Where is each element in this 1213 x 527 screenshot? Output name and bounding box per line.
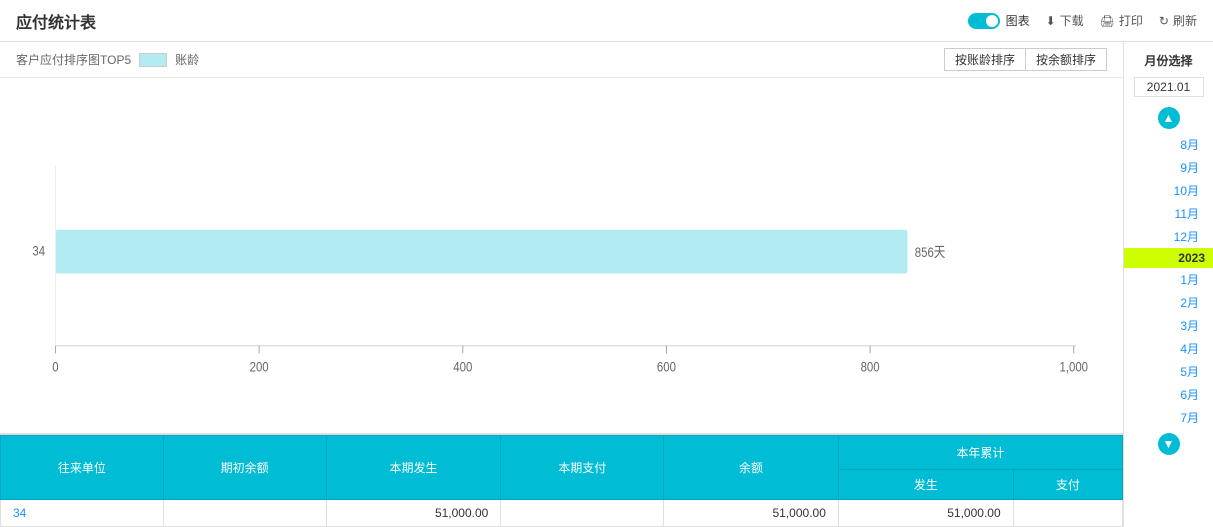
month-item[interactable]: 1月 — [1124, 268, 1213, 291]
col-ytd: 本年累计 — [838, 436, 1122, 470]
print-button[interactable]: 🖨 打印 — [1100, 12, 1143, 29]
app-container: 应付统计表 图表 ⬇ 下载 🖨 打印 ↻ 刷新 — [0, 0, 1213, 527]
col-supplier: 往来单位 — [1, 436, 164, 500]
month-item[interactable]: 10月 — [1124, 179, 1213, 202]
cell-ytd-occur: 51,000.00 — [838, 500, 1013, 527]
month-item[interactable]: 5月 — [1124, 360, 1213, 383]
month-item[interactable]: 2月 — [1124, 291, 1213, 314]
chevron-down-icon: ▼ — [1163, 438, 1175, 450]
print-icon: 🖨 — [1100, 14, 1115, 28]
refresh-icon: ↻ — [1159, 14, 1169, 28]
download-button[interactable]: ⬇ 下载 — [1046, 12, 1084, 29]
month-item[interactable]: 4月 — [1124, 337, 1213, 360]
supplier-link[interactable]: 34 — [13, 506, 26, 520]
legend-text: 客户应付排序图TOP5 — [16, 51, 131, 68]
cell-ytd-pay — [1013, 500, 1122, 527]
col-balance: 余额 — [664, 436, 839, 500]
y-axis-label: 34 — [32, 242, 45, 259]
toggle-label: 图表 — [1006, 12, 1030, 29]
cell-balance: 51,000.00 — [664, 500, 839, 527]
nav-up-button[interactable]: ▲ — [1158, 107, 1180, 129]
legend-box-label: 账龄 — [175, 51, 199, 68]
chart-svg-area: 34 856天 0 200 400 600 — [0, 78, 1123, 433]
download-label: 下载 — [1060, 12, 1084, 29]
month-item[interactable]: 9月 — [1124, 156, 1213, 179]
sort-buttons: 按账龄排序 按余额排序 — [944, 48, 1107, 71]
chevron-up-icon: ▲ — [1163, 112, 1175, 124]
col-ytd-occur: 发生 — [838, 470, 1013, 500]
stats-table: 往来单位 期初余额 本期发生 本期支付 余额 本年累计 发生 支付 — [0, 435, 1123, 527]
sort-by-amount-button[interactable]: 按余额排序 — [1025, 48, 1107, 71]
table-wrap: 往来单位 期初余额 本期发生 本期支付 余额 本年累计 发生 支付 — [0, 435, 1123, 527]
chart-svg: 34 856天 0 200 400 600 — [16, 88, 1107, 423]
refresh-button[interactable]: ↻ 刷新 — [1159, 12, 1197, 29]
refresh-label: 刷新 — [1173, 12, 1197, 29]
month-item[interactable]: 12月 — [1124, 225, 1213, 248]
month-item[interactable]: 8月 — [1124, 133, 1213, 156]
x-tick-1000: 1,000 — [1059, 358, 1088, 375]
right-sidebar: 月份选择 ▲ 8月9月10月11月12月20231月2月3月4月5月6月7月 ▼ — [1123, 42, 1213, 527]
x-tick-800: 800 — [861, 358, 880, 375]
sidebar-year-input[interactable] — [1134, 77, 1204, 97]
chart-toggle-wrap: 图表 — [968, 12, 1030, 29]
cell-supplier: 34 — [1, 500, 164, 527]
col-ytd-pay: 支付 — [1013, 470, 1122, 500]
cell-current-occur: 51,000.00 — [326, 500, 501, 527]
print-label: 打印 — [1119, 12, 1143, 29]
sort-by-account-button[interactable]: 按账龄排序 — [944, 48, 1025, 71]
month-item[interactable]: 3月 — [1124, 314, 1213, 337]
main-content: 客户应付排序图TOP5 账龄 按账龄排序 按余额排序 34 856天 — [0, 42, 1213, 527]
year-marker[interactable]: 2023 — [1124, 248, 1213, 268]
bar-value-label: 856天 — [915, 244, 946, 261]
nav-down-button[interactable]: ▼ — [1158, 433, 1180, 455]
chart-legend: 客户应付排序图TOP5 账龄 — [16, 51, 199, 68]
col-current-occur: 本期发生 — [326, 436, 501, 500]
sidebar-label: 月份选择 — [1124, 48, 1213, 73]
chart-area: 客户应付排序图TOP5 账龄 按账龄排序 按余额排序 34 856天 — [0, 42, 1123, 527]
cell-current-pay — [501, 500, 664, 527]
x-tick-200: 200 — [250, 358, 269, 375]
table-body: 34 51,000.00 51,000.00 51,000.00 — [1, 500, 1123, 527]
month-item[interactable]: 11月 — [1124, 202, 1213, 225]
x-tick-0: 0 — [52, 358, 58, 375]
header: 应付统计表 图表 ⬇ 下载 🖨 打印 ↻ 刷新 — [0, 0, 1213, 42]
legend-box — [139, 53, 167, 67]
month-item[interactable]: 7月 — [1124, 406, 1213, 429]
cell-opening — [163, 500, 326, 527]
table-header-row: 往来单位 期初余额 本期发生 本期支付 余额 本年累计 — [1, 436, 1123, 470]
header-actions: 图表 ⬇ 下载 🖨 打印 ↻ 刷新 — [968, 12, 1197, 29]
col-current-pay: 本期支付 — [501, 436, 664, 500]
month-list: 8月9月10月11月12月20231月2月3月4月5月6月7月 — [1124, 133, 1213, 429]
table-area: 往来单位 期初余额 本期发生 本期支付 余额 本年累计 发生 支付 — [0, 433, 1123, 527]
chart-toggle[interactable] — [968, 13, 1000, 29]
download-icon: ⬇ — [1046, 14, 1056, 28]
chart-header: 客户应付排序图TOP5 账龄 按账龄排序 按余额排序 — [0, 42, 1123, 78]
x-tick-400: 400 — [453, 358, 472, 375]
chart-bar — [55, 230, 907, 274]
table-row: 34 51,000.00 51,000.00 51,000.00 — [1, 500, 1123, 527]
x-tick-600: 600 — [657, 358, 676, 375]
month-item[interactable]: 6月 — [1124, 383, 1213, 406]
page-title: 应付统计表 — [16, 9, 96, 33]
col-opening: 期初余额 — [163, 436, 326, 500]
